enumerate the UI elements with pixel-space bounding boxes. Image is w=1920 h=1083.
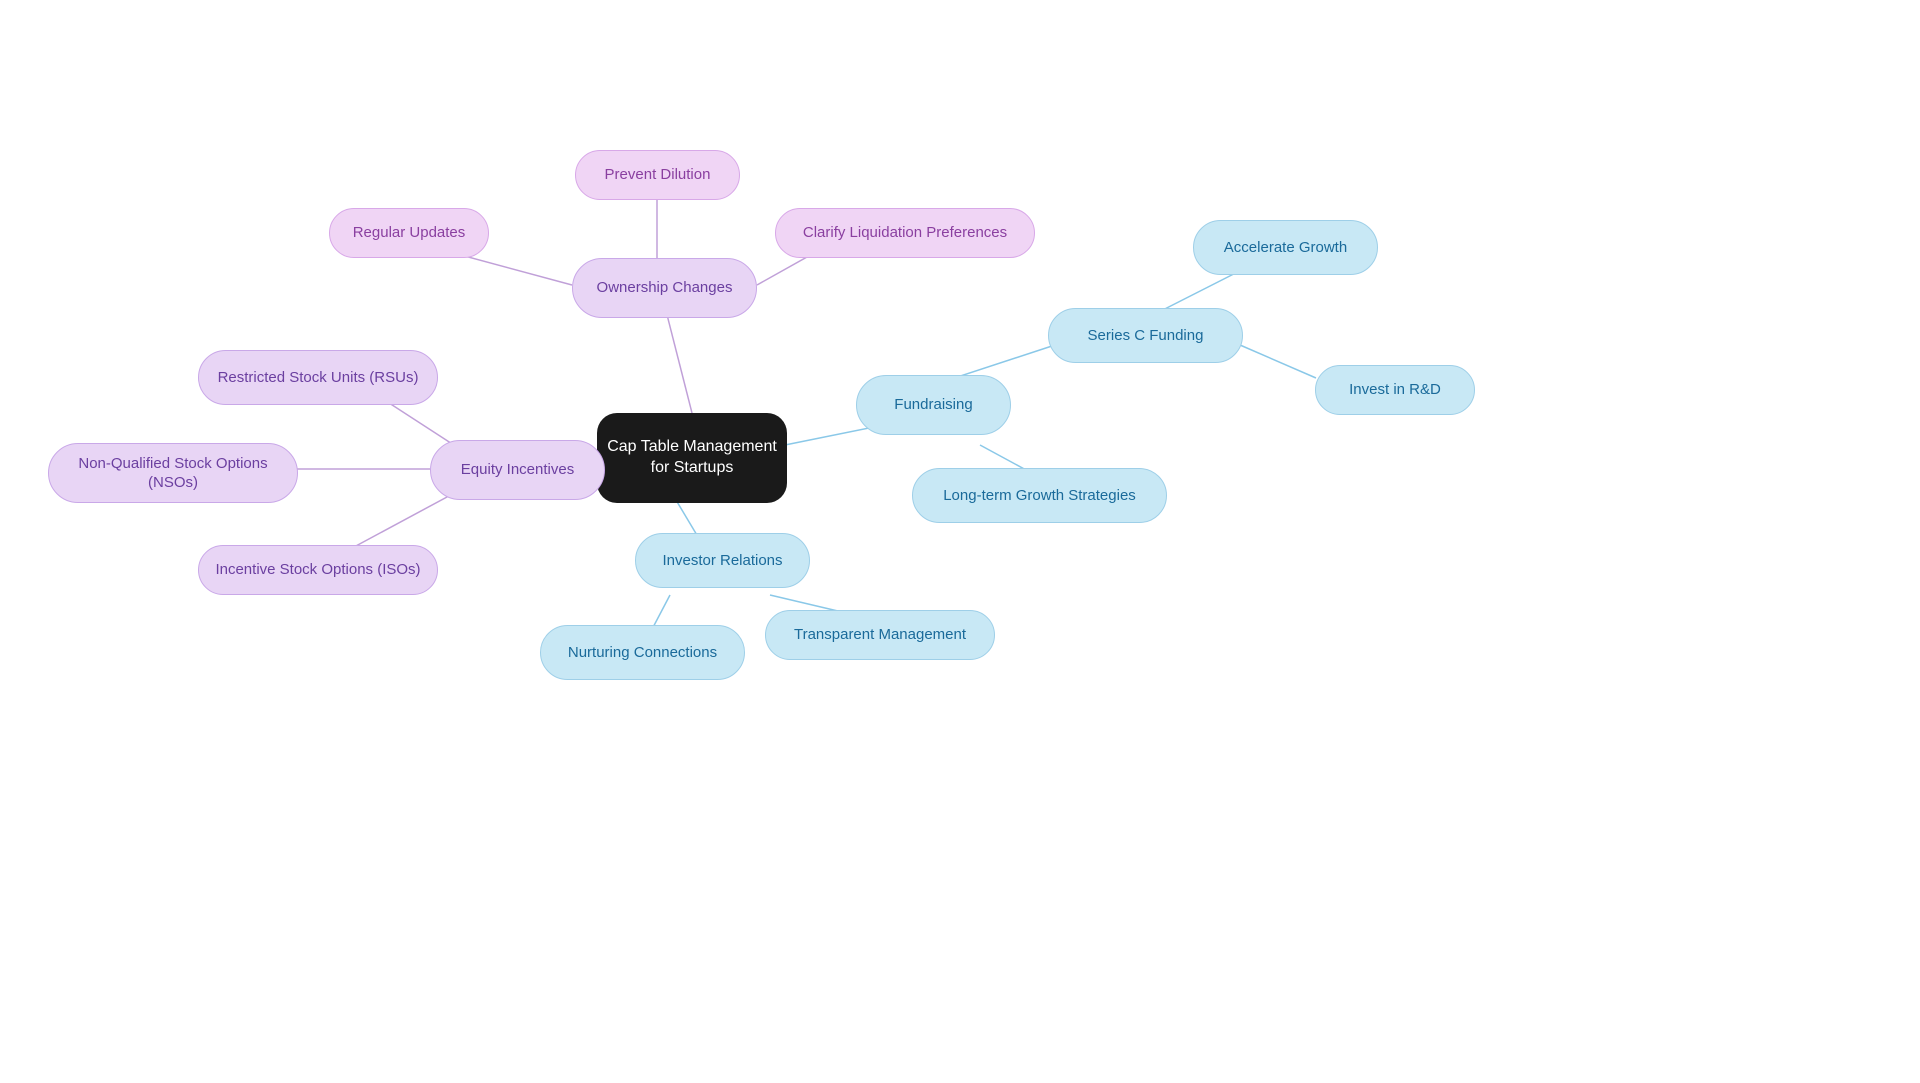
invest-rd-node[interactable]: Invest in R&D: [1315, 365, 1475, 415]
regular-updates-node[interactable]: Regular Updates: [329, 208, 489, 258]
regular-updates-label: Regular Updates: [349, 223, 470, 243]
fundraising-node[interactable]: Fundraising: [856, 375, 1011, 435]
clarify-liquidation-label: Clarify Liquidation Preferences: [799, 223, 1011, 243]
rsus-label: Restricted Stock Units (RSUs): [214, 368, 423, 388]
invest-rd-label: Invest in R&D: [1345, 380, 1445, 400]
fundraising-label: Fundraising: [890, 395, 976, 415]
equity-incentives-node[interactable]: Equity Incentives: [430, 440, 605, 500]
series-c-label: Series C Funding: [1084, 326, 1208, 346]
series-c-node[interactable]: Series C Funding: [1048, 308, 1243, 363]
investor-relations-node[interactable]: Investor Relations: [635, 533, 810, 588]
equity-incentives-label: Equity Incentives: [457, 460, 578, 480]
investor-relations-label: Investor Relations: [658, 551, 786, 571]
nurturing-connections-node[interactable]: Nurturing Connections: [540, 625, 745, 680]
longterm-growth-node[interactable]: Long-term Growth Strategies: [912, 468, 1167, 523]
isos-label: Incentive Stock Options (ISOs): [211, 560, 424, 580]
prevent-dilution-node[interactable]: Prevent Dilution: [575, 150, 740, 200]
accelerate-growth-label: Accelerate Growth: [1220, 238, 1351, 258]
ownership-changes-node[interactable]: Ownership Changes: [572, 258, 757, 318]
clarify-liquidation-node[interactable]: Clarify Liquidation Preferences: [775, 208, 1035, 258]
transparent-management-label: Transparent Management: [790, 625, 970, 645]
center-node[interactable]: Cap Table Management for Startups: [597, 413, 787, 503]
accelerate-growth-node[interactable]: Accelerate Growth: [1193, 220, 1378, 275]
center-label: Cap Table Management for Startups: [597, 437, 787, 479]
rsus-node[interactable]: Restricted Stock Units (RSUs): [198, 350, 438, 405]
nsos-node[interactable]: Non-Qualified Stock Options (NSOs): [48, 443, 298, 503]
isos-node[interactable]: Incentive Stock Options (ISOs): [198, 545, 438, 595]
transparent-management-node[interactable]: Transparent Management: [765, 610, 995, 660]
longterm-growth-label: Long-term Growth Strategies: [939, 486, 1140, 506]
ownership-changes-label: Ownership Changes: [593, 278, 737, 298]
prevent-dilution-label: Prevent Dilution: [601, 165, 715, 185]
nsos-label: Non-Qualified Stock Options (NSOs): [49, 454, 297, 493]
nurturing-connections-label: Nurturing Connections: [564, 643, 721, 663]
